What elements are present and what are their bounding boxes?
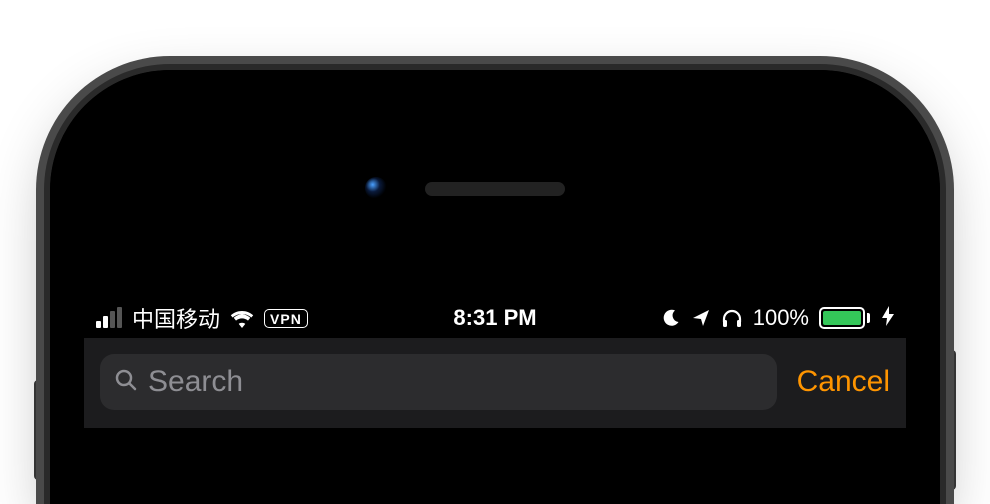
charging-bolt-icon xyxy=(882,306,894,331)
carrier-label: 中国移动 xyxy=(132,302,220,334)
magnifying-glass-icon xyxy=(114,368,138,397)
front-camera xyxy=(365,177,387,199)
location-arrow-icon xyxy=(691,308,711,328)
status-bar: 中国移动 VPN 8:31 PM 100% xyxy=(84,298,906,338)
volume-button xyxy=(34,380,44,480)
moon-icon xyxy=(661,308,681,328)
search-input[interactable] xyxy=(148,365,763,399)
screen: 中国移动 VPN 8:31 PM 100% xyxy=(84,298,906,504)
headphones-icon xyxy=(721,307,743,329)
battery-percent-label: 100% xyxy=(753,305,809,331)
battery-icon xyxy=(819,307,870,329)
status-bar-right: 100% xyxy=(661,305,894,331)
signal-bars-icon xyxy=(96,308,122,328)
iphone-frame: 中国移动 VPN 8:31 PM 100% xyxy=(50,70,940,504)
power-button xyxy=(946,350,956,490)
content-area xyxy=(84,428,906,504)
search-bar-row: Cancel xyxy=(84,338,906,428)
cancel-button[interactable]: Cancel xyxy=(797,365,890,399)
status-bar-left: 中国移动 VPN xyxy=(96,302,308,334)
vpn-badge: VPN xyxy=(264,309,308,328)
earpiece-speaker xyxy=(425,182,565,196)
wifi-icon xyxy=(230,308,254,328)
search-field[interactable] xyxy=(100,354,777,410)
